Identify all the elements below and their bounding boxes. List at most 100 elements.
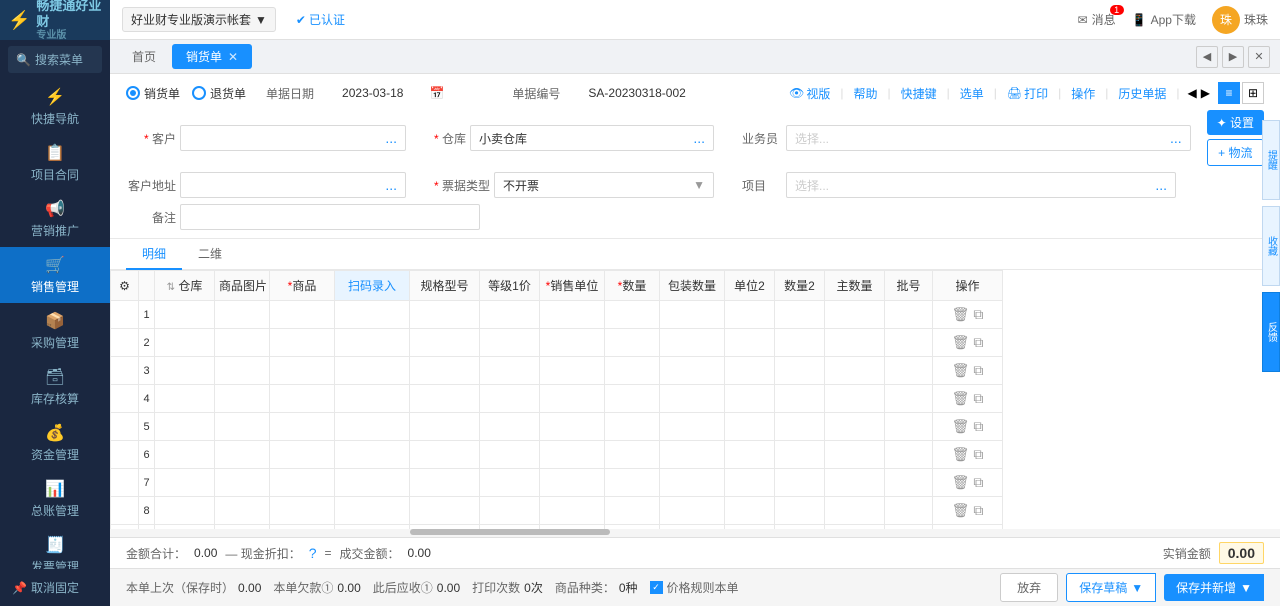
row-6-copy-icon[interactable]: ⧉: [973, 446, 983, 463]
toolbar-select-button[interactable]: 选单: [954, 83, 990, 104]
salesperson-select-icon[interactable]: ...: [1170, 130, 1182, 146]
project-select-icon[interactable]: ...: [1155, 177, 1167, 193]
sidebar-search-area[interactable]: 🔍 搜索菜单: [0, 40, 110, 79]
row-3-delete-icon[interactable]: 🗑: [952, 362, 970, 379]
notes-input[interactable]: [180, 204, 480, 230]
row-5-copy-icon[interactable]: ⧉: [973, 418, 983, 435]
actual-amount-area: 实销金额 0.00: [1163, 542, 1264, 564]
grid-view-list-button[interactable]: ≡: [1218, 82, 1240, 104]
col-scan-header[interactable]: 扫码录入: [335, 271, 410, 301]
col-grade-header[interactable]: 等级1价: [480, 271, 540, 301]
row-4-delete-icon[interactable]: 🗑: [952, 390, 970, 407]
app-download-button[interactable]: 📱 App下载: [1132, 11, 1196, 28]
save-draft-button[interactable]: 保存草稿 ▼: [1066, 573, 1156, 602]
col-warehouse-header[interactable]: ⇅ 仓库: [155, 271, 215, 301]
calendar-icon[interactable]: 📅: [429, 86, 444, 100]
sidebar-item-inventory[interactable]: 🗃 库存核算: [0, 359, 110, 415]
sidebar-item-label-purchase: 采购管理: [31, 334, 79, 351]
sidebar-item-marketing[interactable]: 📢 营销推广: [0, 191, 110, 247]
user-initials: 珠: [1220, 11, 1232, 28]
col-qty-header[interactable]: *数量: [605, 271, 660, 301]
company-dropdown[interactable]: 好业财专业版演示帐套 ▼: [122, 7, 276, 32]
settings-button[interactable]: ✦ 设置: [1207, 110, 1264, 135]
row-8-delete-icon[interactable]: 🗑: [952, 502, 970, 519]
right-float-btn-1[interactable]: 提醒: [1262, 120, 1280, 200]
toolbar-view-button[interactable]: 👁视版: [783, 83, 836, 104]
logistics-button[interactable]: + 物流: [1207, 139, 1264, 166]
quick-nav-icon: ⚡: [45, 87, 65, 107]
save-new-button[interactable]: 保存并新增 ▼: [1164, 574, 1264, 601]
col-main-qty-header[interactable]: 主数量: [825, 271, 885, 301]
sidebar-item-project[interactable]: 📋 项目合同: [0, 135, 110, 191]
discount-help-icon[interactable]: ?: [309, 545, 317, 561]
grid-view-grid-button[interactable]: ⊞: [1242, 82, 1264, 104]
sidebar-item-sales[interactable]: 🛒 销售管理: [0, 247, 110, 303]
sidebar-item-accounts[interactable]: 📊 总账管理: [0, 471, 110, 527]
purchase-icon: 📦: [45, 311, 65, 331]
row-5-delete-icon[interactable]: 🗑: [952, 418, 970, 435]
tab-2d[interactable]: 二维: [182, 239, 238, 270]
col-qty2-header[interactable]: 数量2: [775, 271, 825, 301]
radio-return-order[interactable]: 退货单: [192, 85, 246, 102]
cancel-fixed-button[interactable]: 📌 取消固定: [8, 575, 102, 600]
row-3-copy-icon[interactable]: ⧉: [973, 362, 983, 379]
abandon-button[interactable]: 放弃: [1000, 573, 1058, 602]
toolbar-help-button[interactable]: 帮助: [847, 83, 883, 104]
row-6-delete-icon[interactable]: 🗑: [952, 446, 970, 463]
address-input[interactable]: ...: [180, 172, 406, 198]
warehouse-input[interactable]: 小卖仓库 ...: [470, 125, 714, 151]
col-settings-header[interactable]: ⚙: [111, 271, 139, 301]
invoice-label: * 票据类型: [434, 177, 490, 194]
price-check-label: 价格规则本单: [667, 579, 739, 596]
row-2-delete-icon[interactable]: 🗑: [952, 334, 970, 351]
salesperson-input[interactable]: 选择... ...: [786, 125, 1191, 151]
radio-return-label: 退货单: [210, 85, 246, 102]
sidebar-item-quick-nav[interactable]: ⚡ 快捷导航: [0, 79, 110, 135]
tab-home[interactable]: 首页: [120, 44, 168, 69]
col-batch-header[interactable]: 批号: [885, 271, 933, 301]
col-pkg-qty-header[interactable]: 包装数量: [660, 271, 725, 301]
col-unit2-header[interactable]: 单位2: [725, 271, 775, 301]
address-select-icon[interactable]: ...: [385, 177, 397, 193]
row-8-copy-icon[interactable]: ⧉: [973, 502, 983, 519]
customer-select-icon[interactable]: ...: [385, 130, 397, 146]
price-check-checkbox[interactable]: [650, 581, 663, 594]
col-goods-header[interactable]: *商品: [270, 271, 335, 301]
project-input[interactable]: 选择... ...: [786, 172, 1176, 198]
toolbar-operate-button[interactable]: 操作: [1065, 83, 1101, 104]
invoice-select[interactable]: 不开票 ▼: [494, 172, 714, 198]
company-area: 好业财专业版演示帐套 ▼: [122, 7, 276, 32]
row-2-copy-icon[interactable]: ⧉: [973, 334, 983, 351]
col-unit-header[interactable]: *销售单位: [540, 271, 605, 301]
message-button[interactable]: ✉ 1 消息: [1078, 11, 1116, 28]
toolbar-print-button[interactable]: 🖨打印: [1001, 83, 1054, 104]
sidebar-item-invoice[interactable]: 🧾 发票管理: [0, 527, 110, 569]
toolbar-shortcut-button[interactable]: 快捷键: [895, 83, 943, 104]
search-menu-button[interactable]: 🔍 搜索菜单: [8, 46, 102, 73]
sidebar-item-purchase[interactable]: 📦 采购管理: [0, 303, 110, 359]
row-1-delete-icon[interactable]: 🗑: [952, 306, 970, 323]
tab-detail[interactable]: 明细: [126, 239, 182, 270]
tab-sales-order[interactable]: 销货单 ✕: [172, 44, 252, 69]
right-float-btn-2[interactable]: 收藏: [1262, 206, 1280, 286]
row-4-copy-icon[interactable]: ⧉: [973, 390, 983, 407]
row-7-copy-icon[interactable]: ⧉: [973, 474, 983, 491]
tab-prev-button[interactable]: ◀: [1196, 46, 1218, 68]
price-check-group[interactable]: 价格规则本单: [650, 579, 739, 596]
warehouse-select-icon[interactable]: ...: [693, 130, 705, 146]
radio-sales-order[interactable]: 销货单: [126, 85, 180, 102]
tab-close-icon[interactable]: ✕: [228, 50, 238, 64]
customer-input[interactable]: ...: [180, 125, 406, 151]
tab-next-button[interactable]: ▶: [1222, 46, 1244, 68]
horizontal-scrollbar[interactable]: [110, 529, 1280, 537]
col-image-header[interactable]: 商品图片: [215, 271, 270, 301]
col-spec-header[interactable]: 规格型号: [410, 271, 480, 301]
tab-close-all-button[interactable]: ✕: [1248, 46, 1270, 68]
row-1-copy-icon[interactable]: ⧉: [973, 306, 983, 323]
sidebar-item-funds[interactable]: 💰 资金管理: [0, 415, 110, 471]
right-float-btn-3[interactable]: 反馈: [1262, 292, 1280, 372]
row-7-delete-icon[interactable]: 🗑: [952, 474, 970, 491]
toolbar-history-button[interactable]: 历史单据: [1112, 83, 1172, 104]
user-area[interactable]: 珠 珠珠: [1212, 6, 1268, 34]
scrollbar-thumb[interactable]: [410, 529, 610, 535]
